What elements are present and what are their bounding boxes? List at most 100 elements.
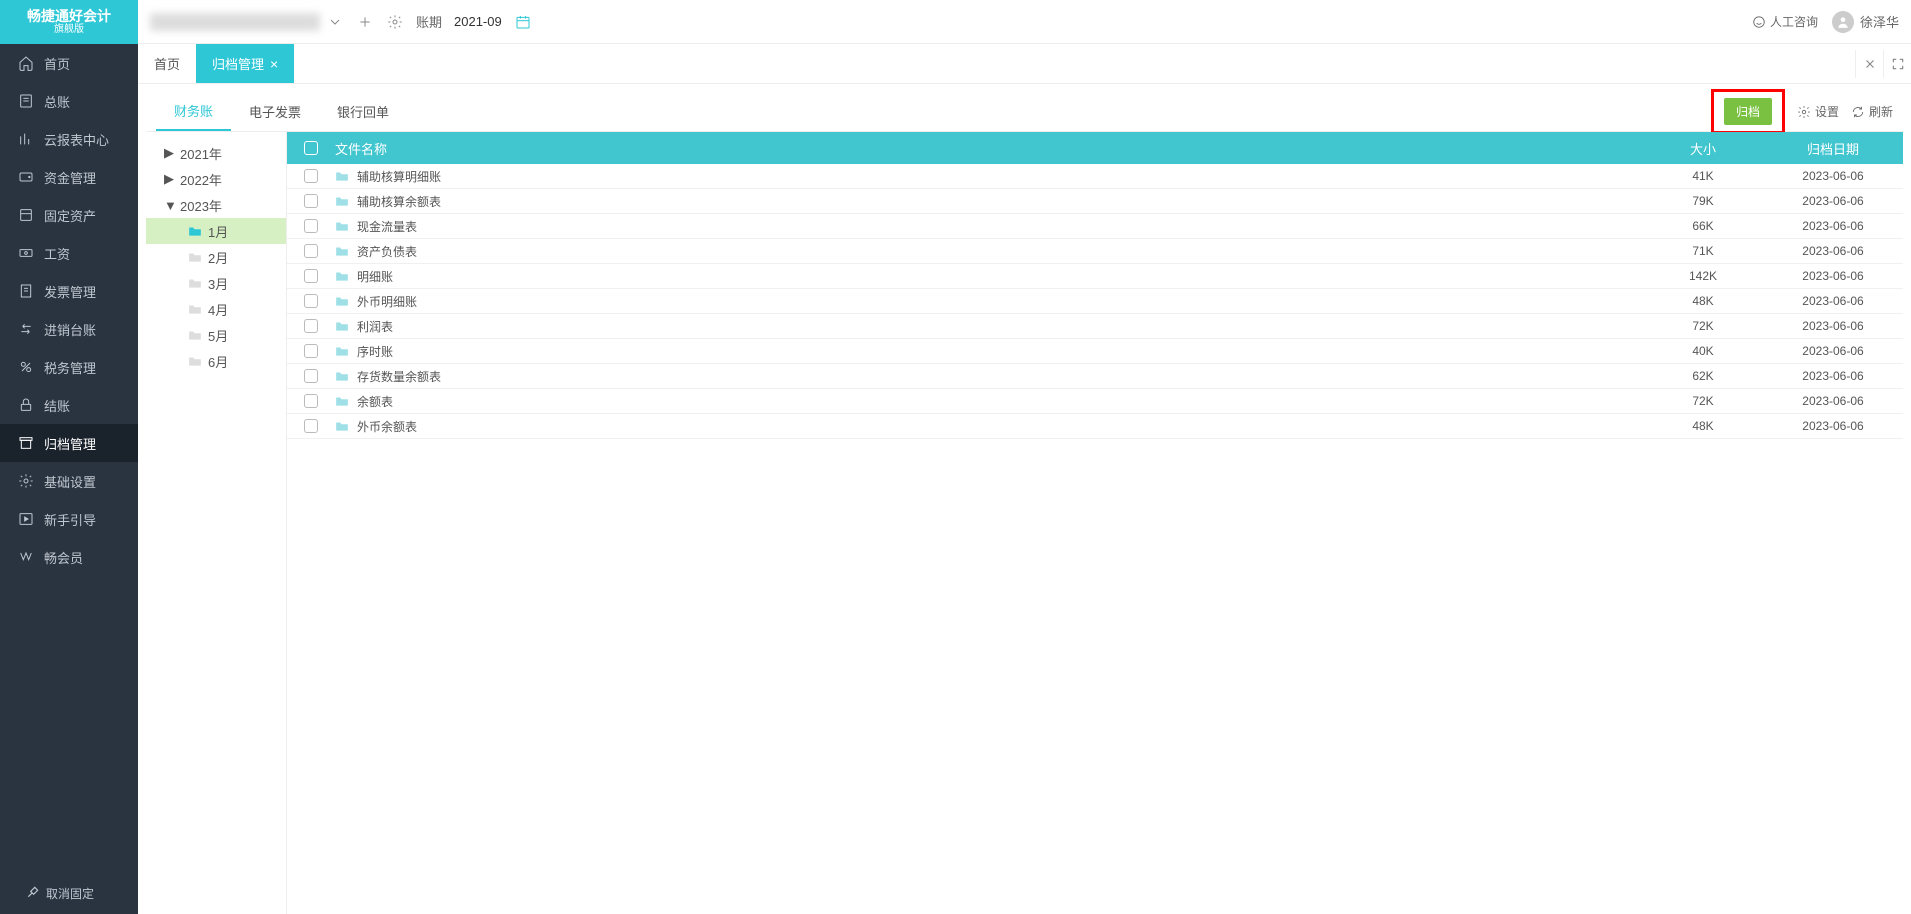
table-row[interactable]: 现金流量表66K2023-06-06: [287, 214, 1903, 239]
refresh-link[interactable]: 刷新: [1851, 103, 1893, 120]
row-checkbox[interactable]: [304, 269, 318, 283]
username-label: 徐泽华: [1860, 12, 1899, 31]
file-size: 48K: [1643, 294, 1763, 308]
sidebar-item-guide[interactable]: 新手引导: [0, 500, 138, 538]
fullscreen-button[interactable]: [1883, 50, 1911, 78]
sidebar-item-tax[interactable]: 税务管理: [0, 348, 138, 386]
play-icon: [18, 511, 34, 527]
row-checkbox[interactable]: [304, 394, 318, 408]
gear-icon[interactable]: [386, 13, 404, 31]
tree-month-label: 1月: [208, 222, 228, 241]
consult-button[interactable]: 人工咨询: [1752, 13, 1818, 30]
archive-button[interactable]: 归档: [1724, 98, 1772, 125]
folder-icon: [335, 395, 349, 407]
table-row[interactable]: 余额表72K2023-06-06: [287, 389, 1903, 414]
tree-month-5[interactable]: 5月: [146, 322, 286, 348]
tree-month-label: 2月: [208, 248, 228, 267]
row-checkbox[interactable]: [304, 244, 318, 258]
archive-icon: [18, 435, 34, 451]
row-checkbox[interactable]: [304, 344, 318, 358]
settings-link[interactable]: 设置: [1797, 103, 1839, 120]
sidebar-item-vip[interactable]: 畅会员: [0, 538, 138, 576]
sidebar-item-label: 发票管理: [44, 282, 96, 301]
row-checkbox[interactable]: [304, 369, 318, 383]
sidebar-item-label: 归档管理: [44, 434, 96, 453]
gear-icon: [18, 473, 34, 489]
tab-archive[interactable]: 归档管理 ×: [196, 44, 294, 83]
sidebar-item-close[interactable]: 结账: [0, 386, 138, 424]
sidebar-item-label: 税务管理: [44, 358, 96, 377]
row-checkbox[interactable]: [304, 419, 318, 433]
subtab-bank[interactable]: 银行回单: [319, 92, 407, 131]
sidebar-unpin[interactable]: 取消固定: [0, 873, 138, 914]
row-checkbox[interactable]: [304, 319, 318, 333]
folder-icon: [335, 270, 349, 282]
subtab-label: 银行回单: [337, 102, 389, 121]
row-checkbox[interactable]: [304, 219, 318, 233]
tree-year-2021[interactable]: ▶2021年: [146, 140, 286, 166]
row-checkbox[interactable]: [304, 294, 318, 308]
folder-icon: [335, 420, 349, 432]
sidebar-item-funds[interactable]: 资金管理: [0, 158, 138, 196]
table-row[interactable]: 辅助核算余额表79K2023-06-06: [287, 189, 1903, 214]
folder-icon: [335, 320, 349, 332]
table-row[interactable]: 资产负债表71K2023-06-06: [287, 239, 1903, 264]
table-row[interactable]: 存货数量余额表62K2023-06-06: [287, 364, 1903, 389]
sidebar-item-reports[interactable]: 云报表中心: [0, 120, 138, 158]
tree-year-2022[interactable]: ▶2022年: [146, 166, 286, 192]
file-name: 外币明细账: [357, 293, 417, 310]
table-row[interactable]: 外币明细账48K2023-06-06: [287, 289, 1903, 314]
sidebar-item-home[interactable]: 首页: [0, 44, 138, 82]
tree-year-2023[interactable]: ▼2023年: [146, 192, 286, 218]
sidebar-item-invoice[interactable]: 发票管理: [0, 272, 138, 310]
tree-month-3[interactable]: 3月: [146, 270, 286, 296]
file-date: 2023-06-06: [1763, 369, 1903, 383]
sidebar-item-assets[interactable]: 固定资产: [0, 196, 138, 234]
file-size: 40K: [1643, 344, 1763, 358]
tree-month-1[interactable]: 1月: [146, 218, 286, 244]
table-row[interactable]: 外币余额表48K2023-06-06: [287, 414, 1903, 439]
calendar-icon[interactable]: [514, 13, 532, 31]
sidebar-item-salary[interactable]: 工资: [0, 234, 138, 272]
row-checkbox[interactable]: [304, 169, 318, 183]
avatar-icon: [1832, 11, 1854, 33]
close-icon[interactable]: ×: [270, 56, 278, 72]
box-icon: [18, 207, 34, 223]
plus-icon[interactable]: [356, 13, 374, 31]
folder-icon: [188, 355, 202, 367]
sidebar-item-label: 总账: [44, 92, 70, 111]
tree-month-4[interactable]: 4月: [146, 296, 286, 322]
row-checkbox[interactable]: [304, 194, 318, 208]
home-icon: [18, 55, 34, 71]
file-size: 72K: [1643, 394, 1763, 408]
select-all-checkbox[interactable]: [304, 141, 318, 155]
sidebar-item-inout[interactable]: 进销台账: [0, 310, 138, 348]
sidebar-item-archive[interactable]: 归档管理: [0, 424, 138, 462]
company-selector[interactable]: [150, 13, 344, 31]
tree-month-6[interactable]: 6月: [146, 348, 286, 374]
table-row[interactable]: 利润表72K2023-06-06: [287, 314, 1903, 339]
sidebar-item-ledger[interactable]: 总账: [0, 82, 138, 120]
consult-label: 人工咨询: [1770, 13, 1818, 30]
folder-icon: [188, 225, 202, 237]
tab-label: 首页: [154, 54, 180, 73]
subtab-label: 电子发票: [249, 102, 301, 121]
page-tabs: 首页 归档管理 ×: [138, 44, 1911, 84]
vip-icon: [18, 549, 34, 565]
table-row[interactable]: 序时账40K2023-06-06: [287, 339, 1903, 364]
period-value[interactable]: 2021-09: [454, 14, 502, 29]
table-row[interactable]: 明细账142K2023-06-06: [287, 264, 1903, 289]
tab-home[interactable]: 首页: [138, 44, 196, 83]
sidebar-item-label: 结账: [44, 396, 70, 415]
subtab-finance[interactable]: 财务账: [156, 92, 231, 131]
settings-label: 设置: [1815, 103, 1839, 120]
tree-month-label: 5月: [208, 326, 228, 345]
table-row[interactable]: 辅助核算明细账41K2023-06-06: [287, 164, 1903, 189]
sidebar-item-label: 资金管理: [44, 168, 96, 187]
year-tree: ▶2021年 ▶2022年 ▼2023年 1月 2月 3月 4月 5月 6月: [146, 132, 286, 914]
close-all-tabs-button[interactable]: [1855, 50, 1883, 78]
sidebar-item-settings[interactable]: 基础设置: [0, 462, 138, 500]
subtab-einvoice[interactable]: 电子发票: [231, 92, 319, 131]
tree-month-2[interactable]: 2月: [146, 244, 286, 270]
user-menu[interactable]: 徐泽华: [1832, 11, 1899, 33]
